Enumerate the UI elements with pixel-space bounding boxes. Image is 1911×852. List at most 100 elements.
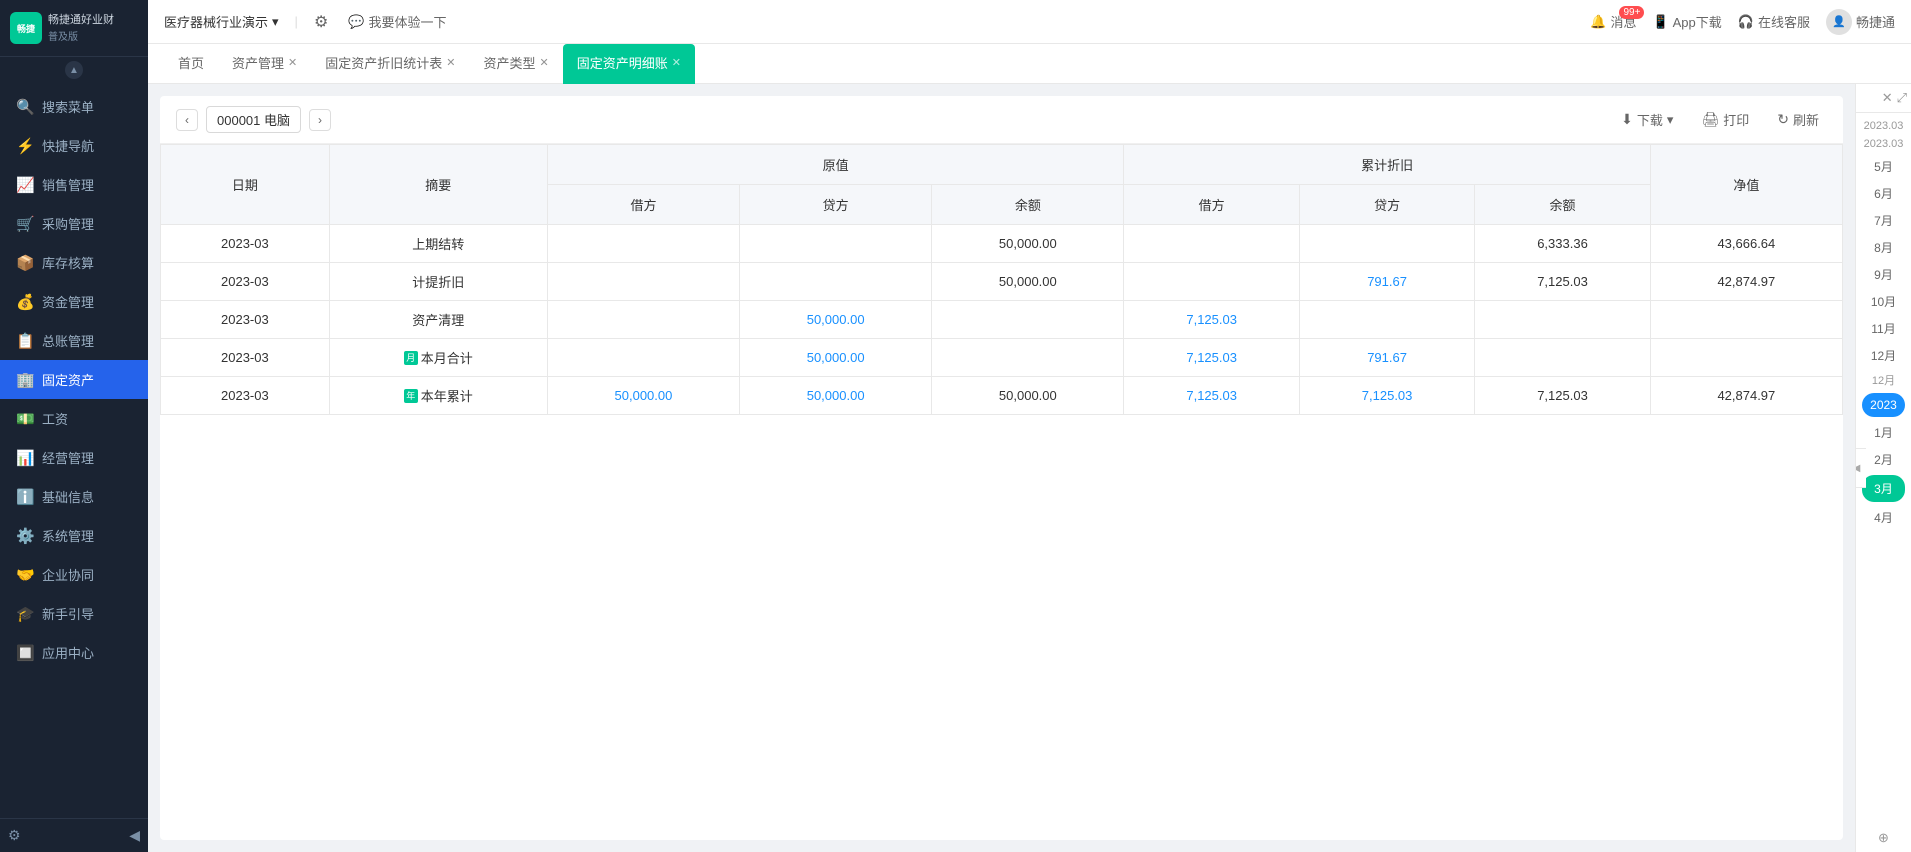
tab-asset-type[interactable]: 资产类型 ✕ (469, 44, 562, 84)
service-icon: 🎧 (1738, 14, 1754, 30)
sys-mgmt-icon: ⚙️ (16, 527, 34, 545)
tab-label-depreciation-stats: 固定资产折旧统计表 (325, 53, 442, 72)
tab-depreciation-stats[interactable]: 固定资产折旧统计表 ✕ (311, 44, 469, 84)
finance-icon: 💰 (16, 293, 34, 311)
cell-orig-credit: 50,000.00 (740, 301, 932, 339)
download-label: 下载 (1637, 110, 1663, 129)
sidebar-item-label-search: 搜索菜单 (42, 97, 94, 116)
cell-orig-balance: 50,000.00 (932, 263, 1124, 301)
inventory-icon: 📦 (16, 254, 34, 272)
sidebar-item-search[interactable]: 🔍 搜索菜单 (0, 87, 148, 126)
refresh-btn[interactable]: ↻ 刷新 (1769, 106, 1827, 133)
sidebar-item-app-center[interactable]: 🔲 应用中心 (0, 633, 148, 672)
cell-orig-debit (547, 263, 739, 301)
month-item[interactable]: 9月 (1856, 261, 1911, 288)
refresh-label: 刷新 (1793, 110, 1819, 129)
panel-add-btn[interactable]: ⊕ (1856, 824, 1911, 852)
cell-summary: 计提折旧 (329, 263, 547, 301)
data-table-wrapper: 日期 摘要 原值 累计折旧 净值 借方 贷方 余额 借方 贷方 余额 (160, 144, 1843, 840)
download-btn[interactable]: ⬇ 下载 ▾ (1613, 106, 1681, 133)
cell-acc-credit (1299, 225, 1474, 263)
tab-asset-detail[interactable]: 固定资产明细账 ✕ (563, 44, 695, 84)
content-area: ‹ 000001 电脑 › ⬇ 下载 ▾ 🖨 打印 ↻ 刷新 (160, 96, 1843, 840)
sidebar-item-guide[interactable]: 🎓 新手引导 (0, 594, 148, 633)
col-acc-credit: 贷方 (1299, 185, 1474, 225)
sidebar-item-label-sales: 销售管理 (42, 175, 94, 194)
sidebar-item-label-collab: 企业协同 (42, 565, 94, 584)
cell-acc-balance (1475, 301, 1650, 339)
sidebar-item-sys-mgmt[interactable]: ⚙️ 系统管理 (0, 516, 148, 555)
panel-expand-btn[interactable]: ◀ (1855, 448, 1866, 488)
asset-id-display: 000001 电脑 (206, 106, 301, 133)
month-item[interactable]: 10月 (1856, 288, 1911, 315)
panel-expand-icon[interactable]: ⤢ (1897, 90, 1907, 106)
cell-summary: 资产清理 (329, 301, 547, 339)
tab-close-asset-mgmt[interactable]: ✕ (288, 56, 297, 69)
base-info-icon: ℹ️ (16, 488, 34, 506)
print-label: 打印 (1723, 110, 1749, 129)
panel-close-btn[interactable]: ✕ (1882, 90, 1893, 106)
sidebar-item-quick-nav[interactable]: ⚡ 快捷导航 (0, 126, 148, 165)
tab-close-depreciation-stats[interactable]: ✕ (446, 56, 455, 69)
month-item[interactable]: 8月 (1856, 234, 1911, 261)
msg-btn[interactable]: 🔔 消息 99+ (1590, 12, 1636, 31)
sales-icon: 📈 (16, 176, 34, 194)
cell-date: 2023-03 (161, 263, 330, 301)
topbar-settings-icon[interactable]: ⚙ (314, 12, 328, 32)
cell-acc-credit (1299, 301, 1474, 339)
tab-home[interactable]: 首页 (164, 44, 218, 84)
cell-orig-debit (547, 301, 739, 339)
sidebar-item-collab[interactable]: 🤝 企业协同 (0, 555, 148, 594)
print-btn[interactable]: 🖨 打印 (1693, 106, 1757, 133)
sidebar-item-sales[interactable]: 📈 销售管理 (0, 165, 148, 204)
cell-net-value: 43,666.64 (1650, 225, 1842, 263)
company-selector[interactable]: 医疗器械行业演示 ▾ (164, 12, 279, 31)
sidebar-item-fixed-assets[interactable]: 🏢 固定资产 (0, 360, 148, 399)
tab-close-asset-type[interactable]: ✕ (540, 56, 549, 69)
sidebar-item-purchase[interactable]: 🛒 采购管理 (0, 204, 148, 243)
company-name: 医疗器械行业演示 (164, 12, 268, 31)
cell-orig-balance (932, 301, 1124, 339)
sidebar-item-finance[interactable]: 💰 资金管理 (0, 282, 148, 321)
user-info[interactable]: 👤 畅捷通 (1826, 9, 1895, 35)
sidebar-item-operations[interactable]: 📊 经营管理 (0, 438, 148, 477)
month-item-4[interactable]: 4月 (1856, 504, 1911, 531)
sidebar-collapse-icon[interactable]: ◀ (129, 827, 140, 844)
tab-asset-mgmt[interactable]: 资产管理 ✕ (218, 44, 311, 84)
next-asset-btn[interactable]: › (309, 109, 331, 131)
tab-close-asset-detail[interactable]: ✕ (672, 56, 681, 69)
col-date: 日期 (161, 145, 330, 225)
month-item[interactable]: 7月 (1856, 207, 1911, 234)
month-item[interactable]: 5月 (1856, 153, 1911, 180)
sidebar-item-salary[interactable]: 💵 工资 (0, 399, 148, 438)
table-row: 2023-03 计提折旧 50,000.00 791.67 7,125.03 4… (161, 263, 1843, 301)
user-label: 畅捷通 (1856, 12, 1895, 31)
prev-asset-btn[interactable]: ‹ (176, 109, 198, 131)
guide-icon: 🎓 (16, 605, 34, 623)
month-item[interactable]: 6月 (1856, 180, 1911, 207)
sidebar-scroll-up-btn[interactable]: ▲ (65, 61, 83, 79)
print-icon: 🖨 (1701, 111, 1719, 128)
app-download-btn[interactable]: 📱 App下载 (1652, 12, 1721, 31)
quick-nav-icon: ⚡ (16, 137, 34, 155)
sidebar-item-label-ledger: 总账管理 (42, 331, 94, 350)
sidebar-settings-icon[interactable]: ⚙ (8, 827, 21, 844)
cell-acc-debit (1124, 263, 1299, 301)
active-month-item[interactable]: 3月 (1862, 475, 1905, 502)
right-year-label-top2: 2023.03 (1856, 135, 1911, 153)
cell-net-value (1650, 301, 1842, 339)
sidebar-item-base-info[interactable]: ℹ️ 基础信息 (0, 477, 148, 516)
sidebar-item-inventory[interactable]: 📦 库存核算 (0, 243, 148, 282)
month-item[interactable]: 1月 (1856, 419, 1911, 446)
tabbar: 首页资产管理 ✕固定资产折旧统计表 ✕资产类型 ✕固定资产明细账 ✕ (148, 44, 1911, 84)
cell-date: 2023-03 (161, 301, 330, 339)
service-label: 在线客服 (1758, 12, 1810, 31)
month-item[interactable]: 12月 (1856, 342, 1911, 369)
year-active-badge[interactable]: 2023 (1862, 393, 1905, 417)
month-item[interactable]: 11月 (1856, 315, 1911, 342)
right-panel-header: ✕ ⤢ (1856, 84, 1911, 113)
app-icon: 📱 (1652, 14, 1668, 30)
sidebar-item-ledger[interactable]: 📋 总账管理 (0, 321, 148, 360)
service-btn[interactable]: 🎧 在线客服 (1738, 12, 1810, 31)
experience-btn[interactable]: 💬 我要体验一下 (348, 12, 446, 31)
